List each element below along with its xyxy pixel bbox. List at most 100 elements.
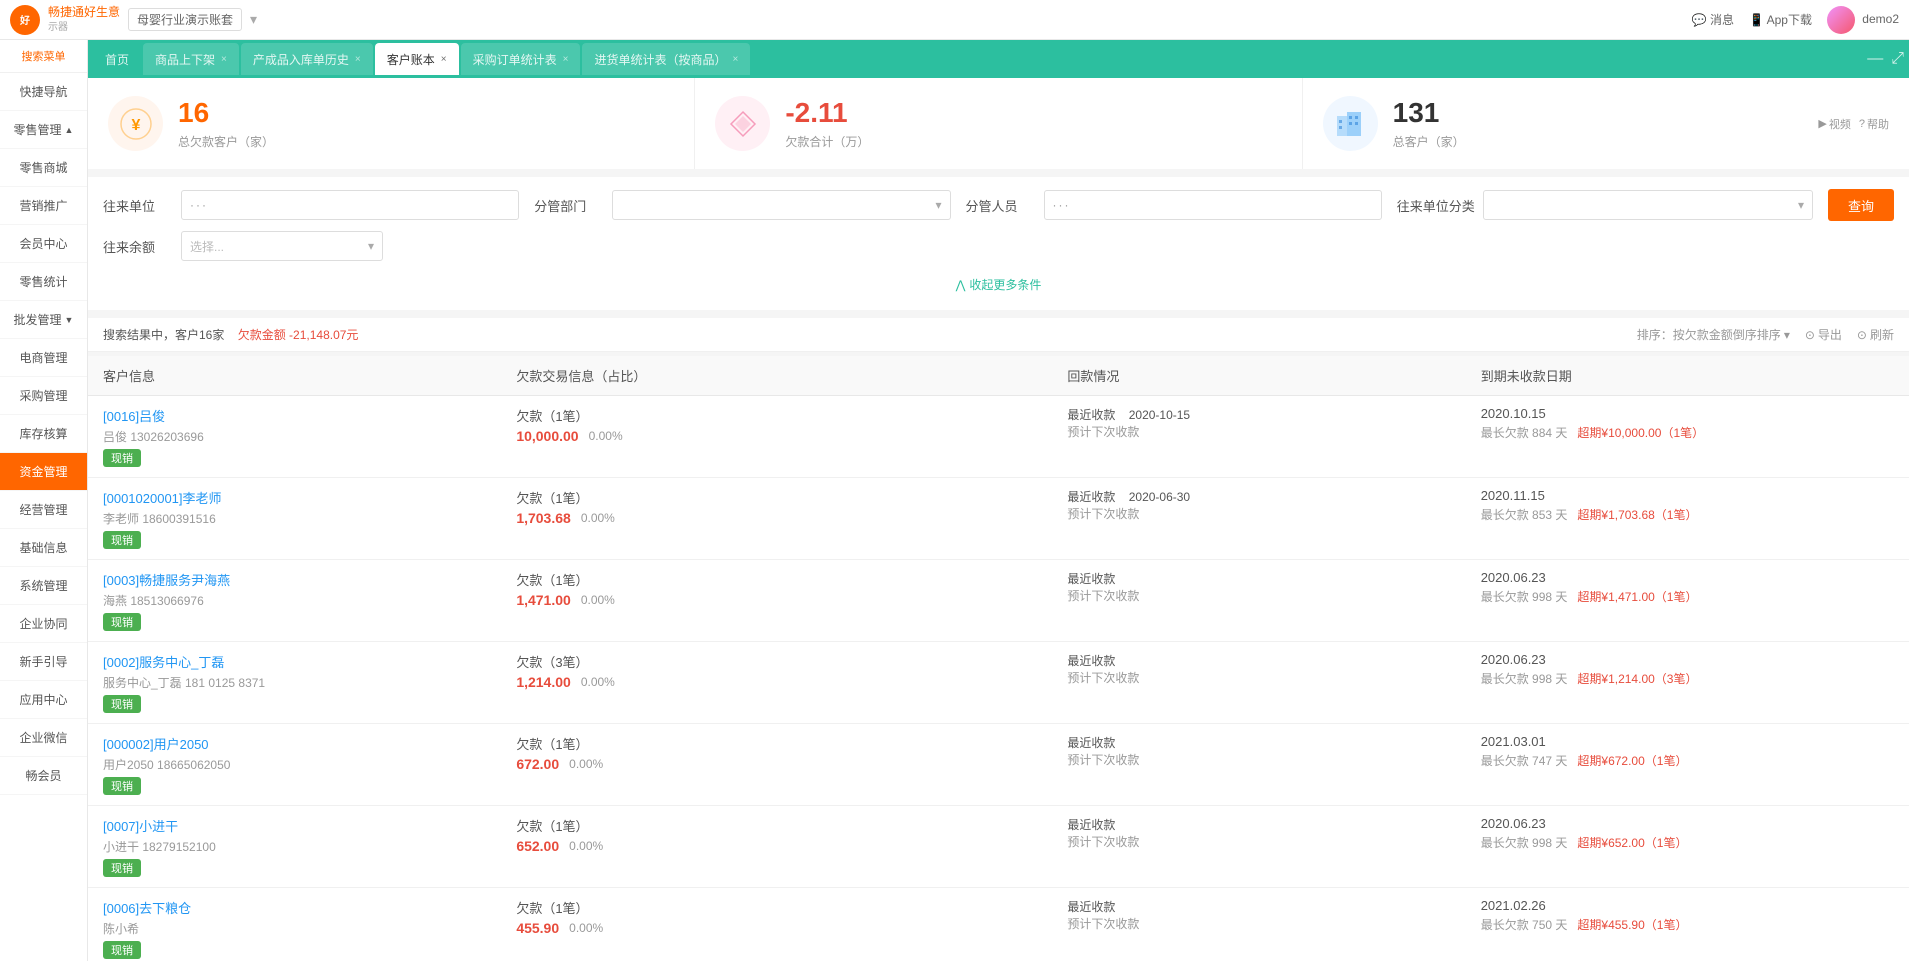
overdue-amount-link[interactable]: 超期¥10,000.00（1笔） — [1577, 426, 1704, 440]
person-input[interactable]: ··· — [1044, 190, 1382, 220]
debt-amount[interactable]: 1,703.68 — [516, 510, 571, 526]
unit-category-select[interactable]: ▾ — [1483, 190, 1813, 220]
overdue-amount-link[interactable]: 超期¥455.90（1笔） — [1577, 918, 1687, 932]
overdue-amount-link[interactable]: 超期¥672.00（1笔） — [1577, 754, 1687, 768]
tab-purchase-order[interactable]: 采购订单统计表 × — [461, 43, 581, 75]
customer-name-link[interactable]: [0007]小进干 — [103, 816, 516, 835]
search-menu-btn[interactable]: 搜索菜单 — [0, 40, 87, 73]
refresh-btn[interactable]: ⊙ 刷新 — [1857, 326, 1894, 343]
debt-info-cell: 欠款（3笔） 1,214.00 0.00% — [516, 652, 1067, 690]
tab-collapse-btn[interactable]: — — [1867, 50, 1883, 68]
sidebar-item-guide[interactable]: 新手引导 — [0, 643, 87, 681]
filter-row-2: 往来余额 选择... ▾ — [103, 231, 1894, 261]
customer-name-link[interactable]: [0006]去下粮仓 — [103, 898, 516, 917]
close-icon5[interactable]: × — [732, 54, 738, 65]
customer-name-link[interactable]: [0002]服务中心_丁磊 — [103, 652, 516, 671]
customer-info-cell: [0003]畅捷服务尹海燕 海燕 18513066976 现销 — [103, 570, 516, 631]
debt-info-cell: 欠款（1笔） 672.00 0.00% — [516, 734, 1067, 772]
customer-name-link[interactable]: [0016]吕俊 — [103, 406, 516, 425]
debt-amount[interactable]: 1,471.00 — [516, 592, 571, 608]
unit-category-label: 往来单位分类 — [1397, 196, 1475, 215]
close-icon3[interactable]: × — [441, 54, 447, 65]
overdue-amount-link[interactable]: 超期¥1,214.00（3笔） — [1577, 672, 1697, 686]
customer-name-link[interactable]: [0003]畅捷服务尹海燕 — [103, 570, 516, 589]
sidebar-item-retail-stats[interactable]: 零售统计 — [0, 263, 87, 301]
stats-row: ¥ 16 总欠款客户（家） — [88, 78, 1909, 169]
next-payment-label: 预计下次收款 — [1067, 423, 1480, 440]
debt-amount[interactable]: 672.00 — [516, 756, 559, 772]
filter-dept: 分管部门 ▾ — [534, 190, 950, 220]
company-dropdown-icon[interactable]: ▾ — [250, 11, 257, 28]
debt-count: 欠款（1笔） — [516, 816, 1067, 835]
overdue-date: 2021.02.26 — [1481, 898, 1894, 913]
tab-product-listing[interactable]: 商品上下架 × — [143, 43, 239, 75]
sidebar-item-member-plus[interactable]: 畅会员 — [0, 757, 87, 795]
debt-amount[interactable]: 1,214.00 — [516, 674, 571, 690]
export-btn[interactable]: ⊙ 导出 — [1805, 326, 1842, 343]
customer-name-link[interactable]: [0001020001]李老师 — [103, 488, 516, 507]
sidebar-item-system[interactable]: 系统管理 — [0, 567, 87, 605]
last-payment-label: 最近收款 — [1067, 652, 1480, 669]
recovery-cell: 最近收款 预计下次收款 — [1067, 816, 1480, 850]
sidebar-item-members[interactable]: 会员中心 — [0, 225, 87, 263]
next-payment-label: 预计下次收款 — [1067, 669, 1480, 686]
close-icon[interactable]: × — [221, 54, 227, 65]
search-button[interactable]: 查询 — [1828, 189, 1894, 221]
sidebar-item-finance[interactable]: 资金管理 — [0, 453, 87, 491]
sidebar-item-app-center[interactable]: 应用中心 — [0, 681, 87, 719]
debt-percent: 0.00% — [581, 593, 615, 607]
debt-amount[interactable]: 10,000.00 — [516, 428, 578, 444]
overdue-amount-link[interactable]: 超期¥1,703.68（1笔） — [1577, 508, 1697, 522]
customer-tag: 现销 — [103, 613, 141, 631]
sidebar-item-retail-mgmt[interactable]: 零售管理 ▲ — [0, 111, 87, 149]
company-name[interactable]: 母婴行业演示账套 — [128, 8, 242, 31]
total-debt-amount: -2.11 — [785, 97, 1281, 129]
tab-product-history[interactable]: 产成品入库单历史 × — [241, 43, 373, 75]
balance-select[interactable]: 选择... ▾ — [181, 231, 383, 261]
tab-bar: 首页 商品上下架 × 产成品入库单历史 × 客户账本 × 采购订单统计表 × 进… — [88, 40, 1909, 78]
video-btn[interactable]: ▶ 视频 — [1818, 116, 1850, 132]
sidebar-item-wholesale-mgmt[interactable]: 批发管理 ▼ — [0, 301, 87, 339]
sidebar-item-marketing[interactable]: 营销推广 — [0, 187, 87, 225]
close-icon4[interactable]: × — [563, 54, 569, 65]
customer-tag: 现销 — [103, 859, 141, 877]
debt-amount[interactable]: 455.90 — [516, 920, 559, 936]
app-download-btn[interactable]: 📱 App下载 — [1749, 11, 1812, 28]
from-unit-dots: ··· — [190, 198, 208, 212]
page-content: ¥ 16 总欠款客户（家） — [88, 78, 1909, 961]
user-avatar-btn[interactable]: demo2 — [1827, 6, 1899, 34]
overdue-amount-link[interactable]: 超期¥1,471.00（1笔） — [1577, 590, 1697, 604]
overdue-cell: 2020.06.23 最长欠款 998 天 超期¥1,471.00（1笔） — [1481, 570, 1894, 605]
collapse-filter-btn[interactable]: ⋀ 收起更多条件 — [103, 271, 1894, 298]
tab-stock-stats[interactable]: 进货单统计表（按商品） × — [582, 43, 750, 75]
tab-expand-btn[interactable]: ⤢ — [1891, 50, 1904, 68]
customer-phone: 服务中心_丁磊 181 0125 8371 — [103, 674, 516, 691]
help-btn[interactable]: ? 帮助 — [1859, 116, 1889, 132]
sidebar-item-retail-mall[interactable]: 零售商城 — [0, 149, 87, 187]
sidebar-item-ecommerce[interactable]: 电商管理 — [0, 339, 87, 377]
sidebar-item-purchase[interactable]: 采购管理 — [0, 377, 87, 415]
overdue-amount-link[interactable]: 超期¥652.00（1笔） — [1577, 836, 1687, 850]
debt-amount[interactable]: 652.00 — [516, 838, 559, 854]
sidebar-item-operations[interactable]: 经营管理 — [0, 491, 87, 529]
from-unit-input[interactable]: ··· — [181, 190, 519, 220]
sidebar-item-basic-info[interactable]: 基础信息 — [0, 529, 87, 567]
dept-select[interactable]: ▾ — [612, 190, 950, 220]
customer-name-link[interactable]: [000002]用户2050 — [103, 734, 516, 753]
message-btn[interactable]: 💬 消息 — [1692, 11, 1734, 28]
table-row: [0006]去下粮仓 陈小希 现销 欠款（1笔） 455.90 0.00% 最近… — [88, 888, 1909, 961]
debt-count: 欠款（1笔） — [516, 488, 1067, 507]
sidebar-item-wechat[interactable]: 企业微信 — [0, 719, 87, 757]
customer-tag: 现销 — [103, 449, 141, 467]
sidebar-item-inventory[interactable]: 库存核算 — [0, 415, 87, 453]
sort-btn[interactable]: 排序：按欠款金额倒序排序 ▾ — [1637, 326, 1790, 343]
recovery-cell: 最近收款 预计下次收款 — [1067, 652, 1480, 686]
tab-home[interactable]: 首页 — [93, 43, 141, 75]
sidebar-item-quick-nav[interactable]: 快捷导航 — [0, 73, 87, 111]
recovery-cell: 最近收款 预计下次收款 — [1067, 570, 1480, 604]
last-payment-label: 最近收款 2020-06-30 — [1067, 488, 1480, 505]
close-icon2[interactable]: × — [355, 54, 361, 65]
sidebar-item-enterprise[interactable]: 企业协同 — [0, 605, 87, 643]
tab-customer-account[interactable]: 客户账本 × — [375, 43, 459, 75]
app-name: 畅捷通好生意 — [48, 5, 120, 21]
